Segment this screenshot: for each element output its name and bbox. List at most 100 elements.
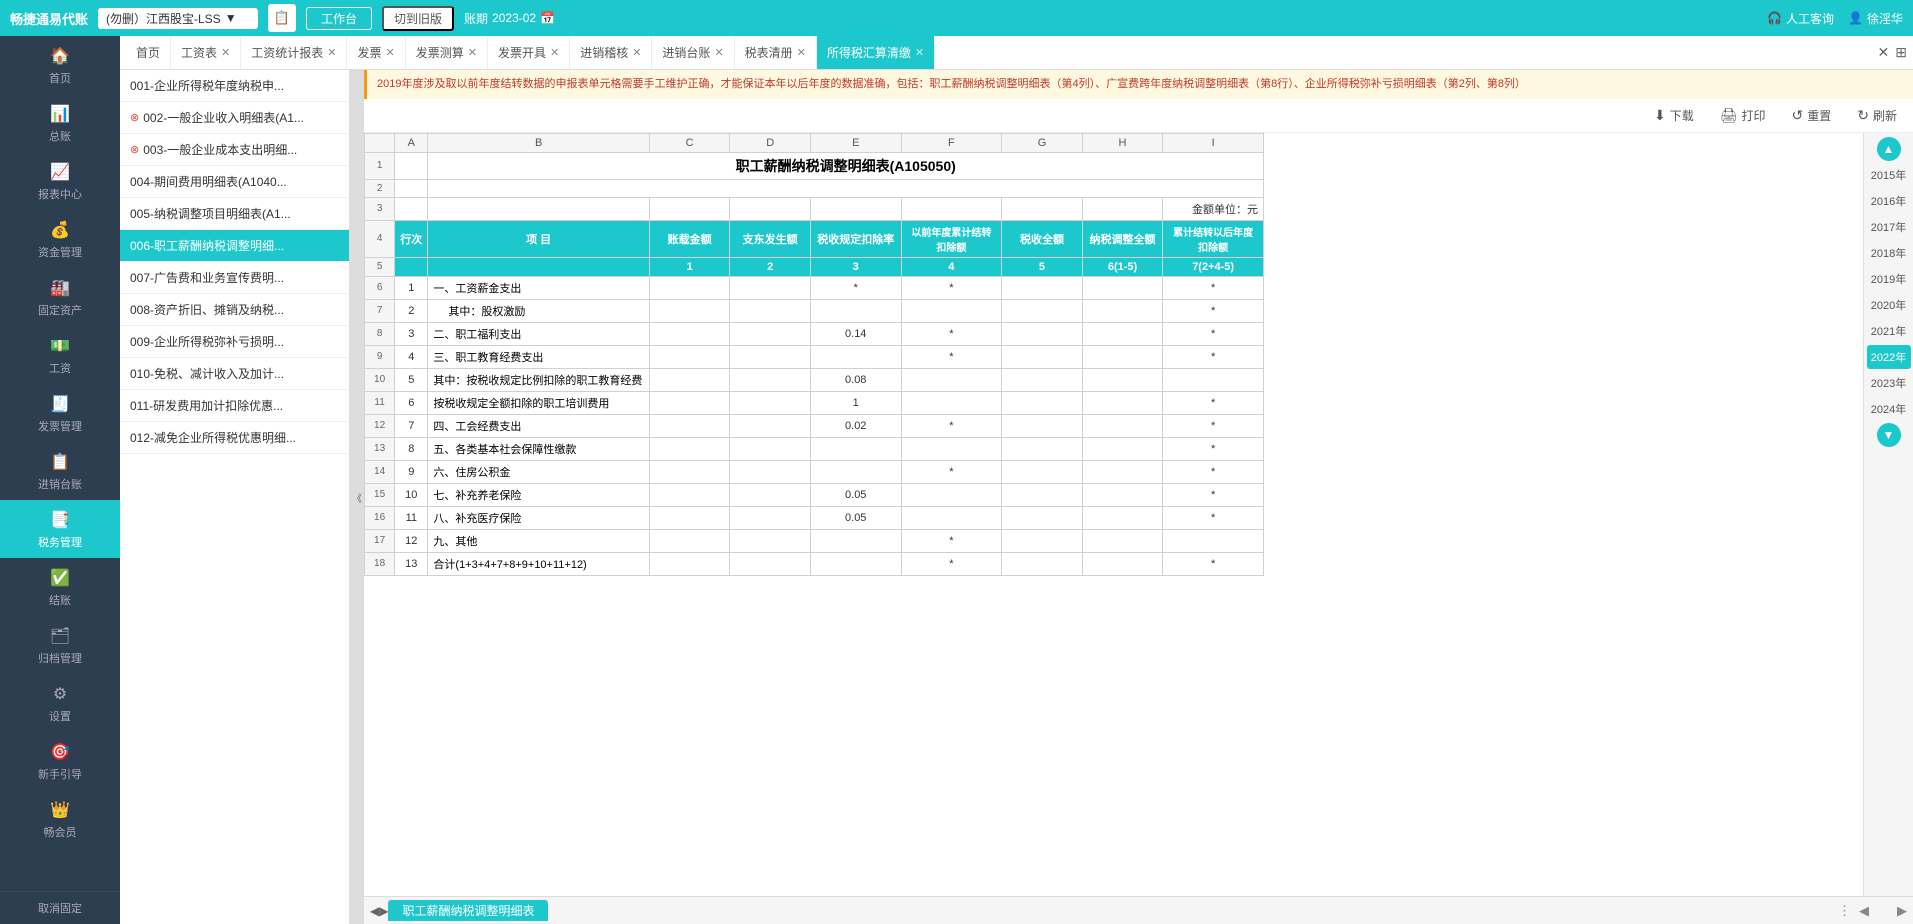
tab-invoice-calc[interactable]: 发票测算 ✕ [406, 36, 488, 70]
scroll-right-icon[interactable]: ▶ [1897, 903, 1907, 919]
table-row-13: 13 8 五、各类基本社会保障性缴款 * [365, 437, 1264, 460]
tab-invoice-issue[interactable]: 发票开具 ✕ [488, 36, 570, 70]
left-panel-item-011[interactable]: 011-研发费用加计扣除优惠... [120, 390, 349, 422]
sidebar-item-member[interactable]: 👑 畅会员 [0, 790, 120, 848]
prev-sheet-btn[interactable]: ◀ [370, 904, 379, 918]
period-calendar-icon[interactable]: 📅 [540, 11, 555, 25]
sidebar-item-funds[interactable]: 💰 资金管理 [0, 210, 120, 268]
refresh-button[interactable]: ↻ 刷新 [1851, 104, 1903, 127]
tab-home[interactable]: 首页 [126, 36, 171, 70]
calendar-icon-btn[interactable]: 📋 [268, 4, 296, 32]
cell-16-num: 11 [395, 506, 428, 529]
sidebar-item-sales[interactable]: 📋 进销台账 [0, 442, 120, 500]
left-panel-item-007[interactable]: 007-广告费和业务宣传费明... [120, 262, 349, 294]
left-panel-item-001[interactable]: 001-企业所得税年度纳税申... [120, 70, 349, 102]
year-2015[interactable]: 2015年 [1867, 163, 1911, 187]
year-2020[interactable]: 2020年 [1867, 293, 1911, 317]
left-panel-item-002[interactable]: ⊗ 002-一般企业收入明细表(A1... [120, 102, 349, 134]
tab-expand-icon[interactable]: ⊞ [1895, 44, 1907, 61]
tab-close-invoice-calc[interactable]: ✕ [468, 46, 477, 59]
left-panel-item-004[interactable]: 004-期间费用明细表(A1040... [120, 166, 349, 198]
company-selector[interactable]: (勿删）江西股宝-LSS ▼ [98, 8, 258, 29]
report-icon: 📈 [50, 162, 70, 182]
cell-8-label: 二、职工福利支出 [428, 322, 649, 345]
table-row-1: 1 职工薪酬纳税调整明细表(A105050) [365, 152, 1264, 179]
tab-salary[interactable]: 工资表 ✕ [171, 36, 241, 70]
sidebar-item-guide[interactable]: 🎯 新手引导 [0, 732, 120, 790]
left-panel-item-005[interactable]: 005-纳税调整项目明细表(A1... [120, 198, 349, 230]
lp-label-012: 012-减免企业所得税优惠明细... [130, 429, 296, 446]
tab-close-all-icon[interactable]: ✕ [1878, 44, 1890, 61]
sheet-tab-active[interactable]: 职工薪酬纳税调整明细表 [388, 900, 548, 921]
download-button[interactable]: ⬇ 下载 [1648, 104, 1700, 127]
customer-service[interactable]: 🎧 人工客询 [1767, 10, 1834, 27]
scroll-left-icon[interactable]: ◀ [1859, 903, 1869, 919]
tab-invoice[interactable]: 发票 ✕ [347, 36, 405, 70]
print-button[interactable]: 🖨 打印 [1714, 104, 1772, 127]
year-2018[interactable]: 2018年 [1867, 241, 1911, 265]
sidebar-item-salary[interactable]: 💵 工资 [0, 326, 120, 384]
year-2023[interactable]: 2023年 [1867, 371, 1911, 395]
username: 徐淫华 [1867, 10, 1903, 27]
sidebar-label-invoice: 发票管理 [38, 418, 82, 434]
year-2017[interactable]: 2017年 [1867, 215, 1911, 239]
tab-close-invoice[interactable]: ✕ [386, 46, 395, 59]
row-num-1: 1 [365, 152, 395, 179]
sheet-menu-icon[interactable]: ⋮ [1838, 903, 1851, 919]
tab-close-salary[interactable]: ✕ [221, 46, 230, 59]
tab-close-sales-ledger[interactable]: ✕ [714, 46, 723, 59]
sidebar-item-report[interactable]: 📈 报表中心 [0, 152, 120, 210]
left-panel-item-008[interactable]: 008-资产折旧、摊销及纳税... [120, 294, 349, 326]
tab-close-salary-report[interactable]: ✕ [327, 46, 336, 59]
cancel-pin-button[interactable]: 取消固定 [0, 891, 120, 924]
col-header-F: F [901, 133, 1002, 152]
left-panel-item-010[interactable]: 010-免税、减计收入及加计... [120, 358, 349, 390]
tab-close-invoice-issue[interactable]: ✕ [550, 46, 559, 59]
year-2016[interactable]: 2016年 [1867, 189, 1911, 213]
cell-6-label: 一、工资薪金支出 [428, 276, 649, 299]
sidebar-label-tax: 税务管理 [38, 534, 82, 550]
year-2021[interactable]: 2021年 [1867, 319, 1911, 343]
sidebar-item-close[interactable]: ✅ 结账 [0, 558, 120, 616]
year-2024[interactable]: 2024年 [1867, 397, 1911, 421]
sidebar-item-archive[interactable]: 🗂 归档管理 [0, 616, 120, 674]
tab-close-sales-check[interactable]: ✕ [632, 46, 641, 59]
cell-17-num: 12 [395, 529, 428, 552]
tab-sales-check[interactable]: 进销稽核 ✕ [570, 36, 652, 70]
cell-12-label: 四、工会经费支出 [428, 414, 649, 437]
sidebar-item-ledger[interactable]: 📊 总账 [0, 94, 120, 152]
panel-toggle-button[interactable]: 《 [350, 70, 364, 924]
year-2022[interactable]: 2022年 [1867, 345, 1911, 369]
sidebar-item-tax[interactable]: 📑 税务管理 [0, 500, 120, 558]
tab-close-income-tax[interactable]: ✕ [915, 46, 924, 59]
content-area: 001-企业所得税年度纳税申... ⊗ 002-一般企业收入明细表(A1... … [120, 70, 1913, 924]
tab-salary-report[interactable]: 工资统计报表 ✕ [241, 36, 347, 70]
left-panel-item-009[interactable]: 009-企业所得税弥补亏损明... [120, 326, 349, 358]
bottom-tab-bar: ◀ ▶ 职工薪酬纳税调整明细表 ⋮ ◀ ▶ [364, 896, 1913, 924]
year-2019[interactable]: 2019年 [1867, 267, 1911, 291]
tab-income-tax[interactable]: 所得税汇算清缴 ✕ [817, 36, 935, 70]
tab-sales-ledger[interactable]: 进销台账 ✕ [652, 36, 734, 70]
sidebar-item-home[interactable]: 🏠 首页 [0, 36, 120, 94]
sidebar-item-settings[interactable]: ⚙ 设置 [0, 674, 120, 732]
sheet-area[interactable]: A B C D E F G H I [364, 133, 1863, 897]
left-panel-item-003[interactable]: ⊗ 003-一般企业成本支出明细... [120, 134, 349, 166]
user-menu[interactable]: 👤 徐淫华 [1848, 10, 1903, 27]
left-panel-item-006[interactable]: 006-职工薪酬纳税调整明细... [120, 230, 349, 262]
sidebar-label-sales: 进销台账 [38, 476, 82, 492]
sidebar-item-assets[interactable]: 🏭 固定资产 [0, 268, 120, 326]
year-nav-down[interactable]: ▼ [1877, 423, 1901, 447]
workbench-button[interactable]: 工作台 [306, 7, 372, 30]
lp-label-006: 006-职工薪酬纳税调整明细... [130, 237, 284, 254]
left-panel-item-012[interactable]: 012-减免企业所得税优惠明细... [120, 422, 349, 454]
switch-old-button[interactable]: 切到旧版 [382, 6, 454, 31]
tab-tax-book[interactable]: 税表清册 ✕ [735, 36, 817, 70]
sidebar-item-invoice[interactable]: 🧾 发票管理 [0, 384, 120, 442]
tab-close-tax-book[interactable]: ✕ [797, 46, 806, 59]
next-sheet-btn[interactable]: ▶ [379, 904, 388, 918]
sidebar-label-report: 报表中心 [38, 186, 82, 202]
reset-button[interactable]: ↺ 重置 [1786, 104, 1838, 127]
year-nav-up[interactable]: ▲ [1877, 137, 1901, 161]
table-row-4: 4 行次 项 目 账载金额 支东发生额 税收规定扣除率 以前年度累计结转扣除额 … [365, 220, 1264, 257]
lp-label-004: 004-期间费用明细表(A1040... [130, 173, 287, 190]
